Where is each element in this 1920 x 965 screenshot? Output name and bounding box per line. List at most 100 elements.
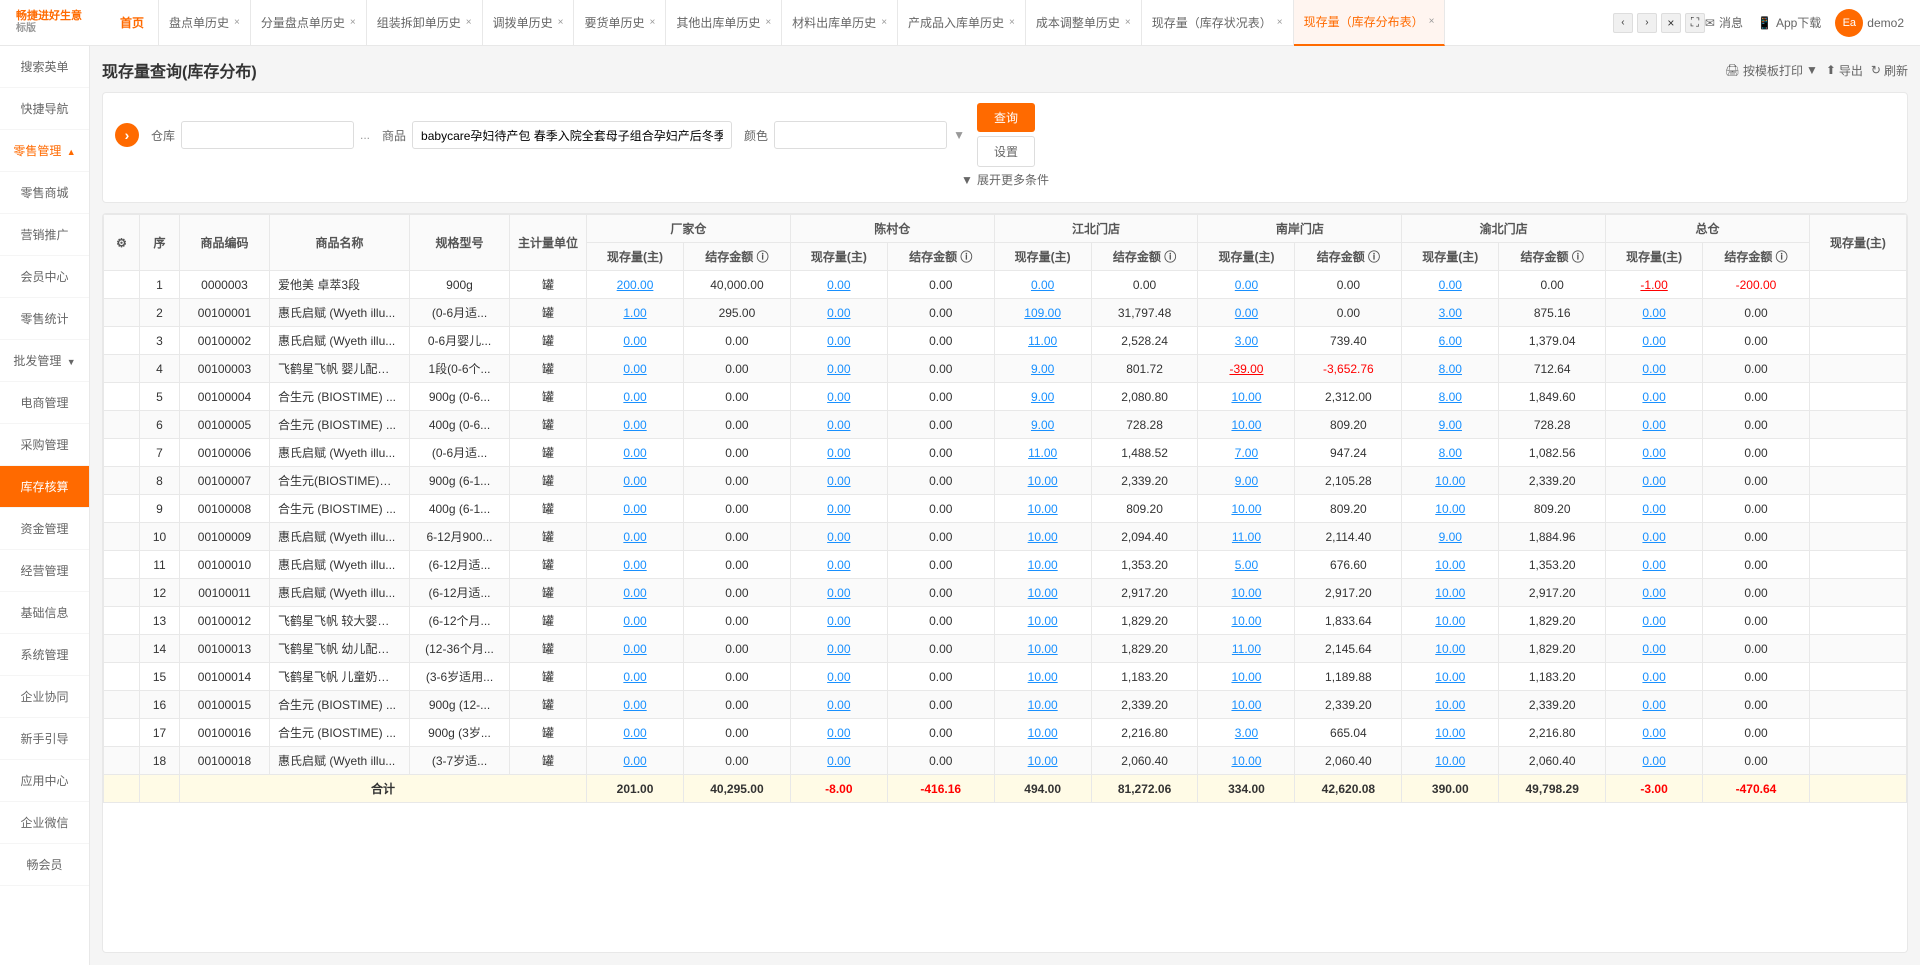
- tab-close-product-in[interactable]: ×: [1009, 17, 1015, 28]
- cell-wh5-qty[interactable]: 0.00: [1606, 383, 1703, 411]
- cell-wh0-qty[interactable]: 0.00: [587, 355, 684, 383]
- cell-wh4-qty[interactable]: 8.00: [1402, 439, 1499, 467]
- tab-requisition[interactable]: 要货单历史 ×: [574, 0, 666, 46]
- print-btn[interactable]: 🖨 按模板打印 ▼: [1725, 62, 1818, 79]
- sidebar-item-ecom[interactable]: 电商管理: [0, 382, 89, 424]
- cell-wh4-qty[interactable]: 3.00: [1402, 299, 1499, 327]
- cell-wh2-qty[interactable]: 109.00: [994, 299, 1091, 327]
- sidebar-item-retail-mgmt[interactable]: 零售管理 ▲: [0, 130, 89, 172]
- cell-wh1-qty[interactable]: 0.00: [790, 495, 887, 523]
- cell-wh1-qty[interactable]: 0.00: [790, 467, 887, 495]
- tab-close-stock-dist[interactable]: ×: [1429, 16, 1435, 27]
- cell-wh0-qty[interactable]: 0.00: [587, 467, 684, 495]
- cell-wh1-qty[interactable]: 0.00: [790, 719, 887, 747]
- cell-wh3-qty[interactable]: 10.00: [1198, 691, 1295, 719]
- cell-wh2-qty[interactable]: 10.00: [994, 495, 1091, 523]
- cell-wh0-qty[interactable]: 0.00: [587, 747, 684, 775]
- cell-wh4-qty[interactable]: 10.00: [1402, 719, 1499, 747]
- cell-wh4-qty[interactable]: 10.00: [1402, 691, 1499, 719]
- cell-wh2-qty[interactable]: 10.00: [994, 691, 1091, 719]
- cell-wh1-qty[interactable]: 0.00: [790, 635, 887, 663]
- tab-close-cost-adjust[interactable]: ×: [1125, 17, 1131, 28]
- user-avatar-area[interactable]: Ea demo2: [1835, 9, 1904, 37]
- tab-stock-status[interactable]: 现存量（库存状况表） ×: [1142, 0, 1294, 46]
- cell-wh1-qty[interactable]: 0.00: [790, 663, 887, 691]
- app-download-btn[interactable]: 📱 App下载: [1757, 14, 1821, 31]
- warehouse-input[interactable]: [181, 121, 354, 149]
- cell-wh5-qty[interactable]: 0.00: [1606, 691, 1703, 719]
- tab-close-inventory-count[interactable]: ×: [234, 17, 240, 28]
- cell-wh3-qty[interactable]: 11.00: [1198, 523, 1295, 551]
- sidebar-item-basic[interactable]: 基础信息: [0, 592, 89, 634]
- cell-wh2-qty[interactable]: 10.00: [994, 747, 1091, 775]
- cell-wh0-qty[interactable]: 0.00: [587, 635, 684, 663]
- cell-wh4-qty[interactable]: 10.00: [1402, 663, 1499, 691]
- cell-wh3-qty[interactable]: 5.00: [1198, 551, 1295, 579]
- tab-close-dist-count[interactable]: ×: [350, 17, 356, 28]
- cell-wh4-qty[interactable]: 10.00: [1402, 495, 1499, 523]
- tab-transfer[interactable]: 调拨单历史 ×: [483, 0, 575, 46]
- settings-button[interactable]: 设置: [977, 136, 1035, 167]
- sidebar-item-ops[interactable]: 经营管理: [0, 550, 89, 592]
- cell-wh4-qty[interactable]: 10.00: [1402, 607, 1499, 635]
- tab-next-btn[interactable]: ›: [1637, 13, 1657, 33]
- cell-wh2-qty[interactable]: 11.00: [994, 327, 1091, 355]
- cell-wh2-qty[interactable]: 10.00: [994, 579, 1091, 607]
- filter-expand-btn[interactable]: ›: [115, 123, 139, 147]
- cell-wh1-qty[interactable]: 0.00: [790, 691, 887, 719]
- tab-material-out[interactable]: 材料出库单历史 ×: [782, 0, 898, 46]
- tab-home[interactable]: 首页: [106, 0, 159, 46]
- cell-wh5-qty[interactable]: 0.00: [1606, 663, 1703, 691]
- refresh-btn[interactable]: ↻ 刷新: [1871, 62, 1908, 79]
- tab-dist-count[interactable]: 分量盘点单历史 ×: [251, 0, 367, 46]
- cell-wh5-qty[interactable]: 0.00: [1606, 467, 1703, 495]
- cell-wh2-qty[interactable]: 0.00: [994, 271, 1091, 299]
- sidebar-item-wholesale[interactable]: 批发管理 ▼: [0, 340, 89, 382]
- cell-wh4-qty[interactable]: 10.00: [1402, 747, 1499, 775]
- tab-prev-btn[interactable]: ‹: [1613, 13, 1633, 33]
- sidebar-item-system[interactable]: 系统管理: [0, 634, 89, 676]
- cell-wh0-qty[interactable]: 0.00: [587, 383, 684, 411]
- cell-wh0-qty[interactable]: 0.00: [587, 719, 684, 747]
- cell-wh5-qty[interactable]: 0.00: [1606, 607, 1703, 635]
- cell-wh4-qty[interactable]: 9.00: [1402, 411, 1499, 439]
- goods-input[interactable]: [412, 121, 732, 149]
- sidebar-item-finance[interactable]: 资金管理: [0, 508, 89, 550]
- cell-wh5-qty[interactable]: 0.00: [1606, 411, 1703, 439]
- sidebar-item-retail-stat[interactable]: 零售统计: [0, 298, 89, 340]
- cell-wh3-qty[interactable]: 0.00: [1198, 271, 1295, 299]
- sidebar-item-appcenter[interactable]: 应用中心: [0, 760, 89, 802]
- cell-wh3-qty[interactable]: 11.00: [1198, 635, 1295, 663]
- cell-wh0-qty[interactable]: 0.00: [587, 411, 684, 439]
- cell-wh4-qty[interactable]: 10.00: [1402, 551, 1499, 579]
- cell-wh1-qty[interactable]: 0.00: [790, 579, 887, 607]
- cell-wh5-qty[interactable]: 0.00: [1606, 495, 1703, 523]
- cell-wh5-qty[interactable]: 0.00: [1606, 299, 1703, 327]
- cell-wh5-qty[interactable]: 0.00: [1606, 551, 1703, 579]
- tab-inventory-count[interactable]: 盘点单历史 ×: [159, 0, 251, 46]
- cell-wh0-qty[interactable]: 0.00: [587, 579, 684, 607]
- cell-wh2-qty[interactable]: 10.00: [994, 551, 1091, 579]
- cell-wh4-qty[interactable]: 8.00: [1402, 355, 1499, 383]
- cell-wh1-qty[interactable]: 0.00: [790, 551, 887, 579]
- sidebar-item-member2[interactable]: 畅会员: [0, 844, 89, 886]
- cell-wh5-qty[interactable]: 0.00: [1606, 719, 1703, 747]
- cell-wh1-qty[interactable]: 0.00: [790, 355, 887, 383]
- cell-wh3-qty[interactable]: 3.00: [1198, 327, 1295, 355]
- cell-wh5-qty[interactable]: 0.00: [1606, 635, 1703, 663]
- cell-wh0-qty[interactable]: 0.00: [587, 327, 684, 355]
- cell-wh3-qty[interactable]: 10.00: [1198, 579, 1295, 607]
- cell-wh1-qty[interactable]: 0.00: [790, 383, 887, 411]
- cell-wh3-qty[interactable]: -39.00: [1198, 355, 1295, 383]
- th-settings[interactable]: ⚙: [104, 215, 140, 271]
- cell-wh4-qty[interactable]: 8.00: [1402, 383, 1499, 411]
- sidebar-item-quick[interactable]: 快捷导航: [0, 88, 89, 130]
- cell-wh5-qty[interactable]: 0.00: [1606, 523, 1703, 551]
- export-btn[interactable]: ⬆ 导出: [1826, 62, 1863, 79]
- cell-wh5-qty[interactable]: 0.00: [1606, 579, 1703, 607]
- cell-wh3-qty[interactable]: 7.00: [1198, 439, 1295, 467]
- cell-wh0-qty[interactable]: 0.00: [587, 663, 684, 691]
- sidebar-item-member[interactable]: 会员中心: [0, 256, 89, 298]
- cell-wh0-qty[interactable]: 0.00: [587, 523, 684, 551]
- cell-wh3-qty[interactable]: 10.00: [1198, 495, 1295, 523]
